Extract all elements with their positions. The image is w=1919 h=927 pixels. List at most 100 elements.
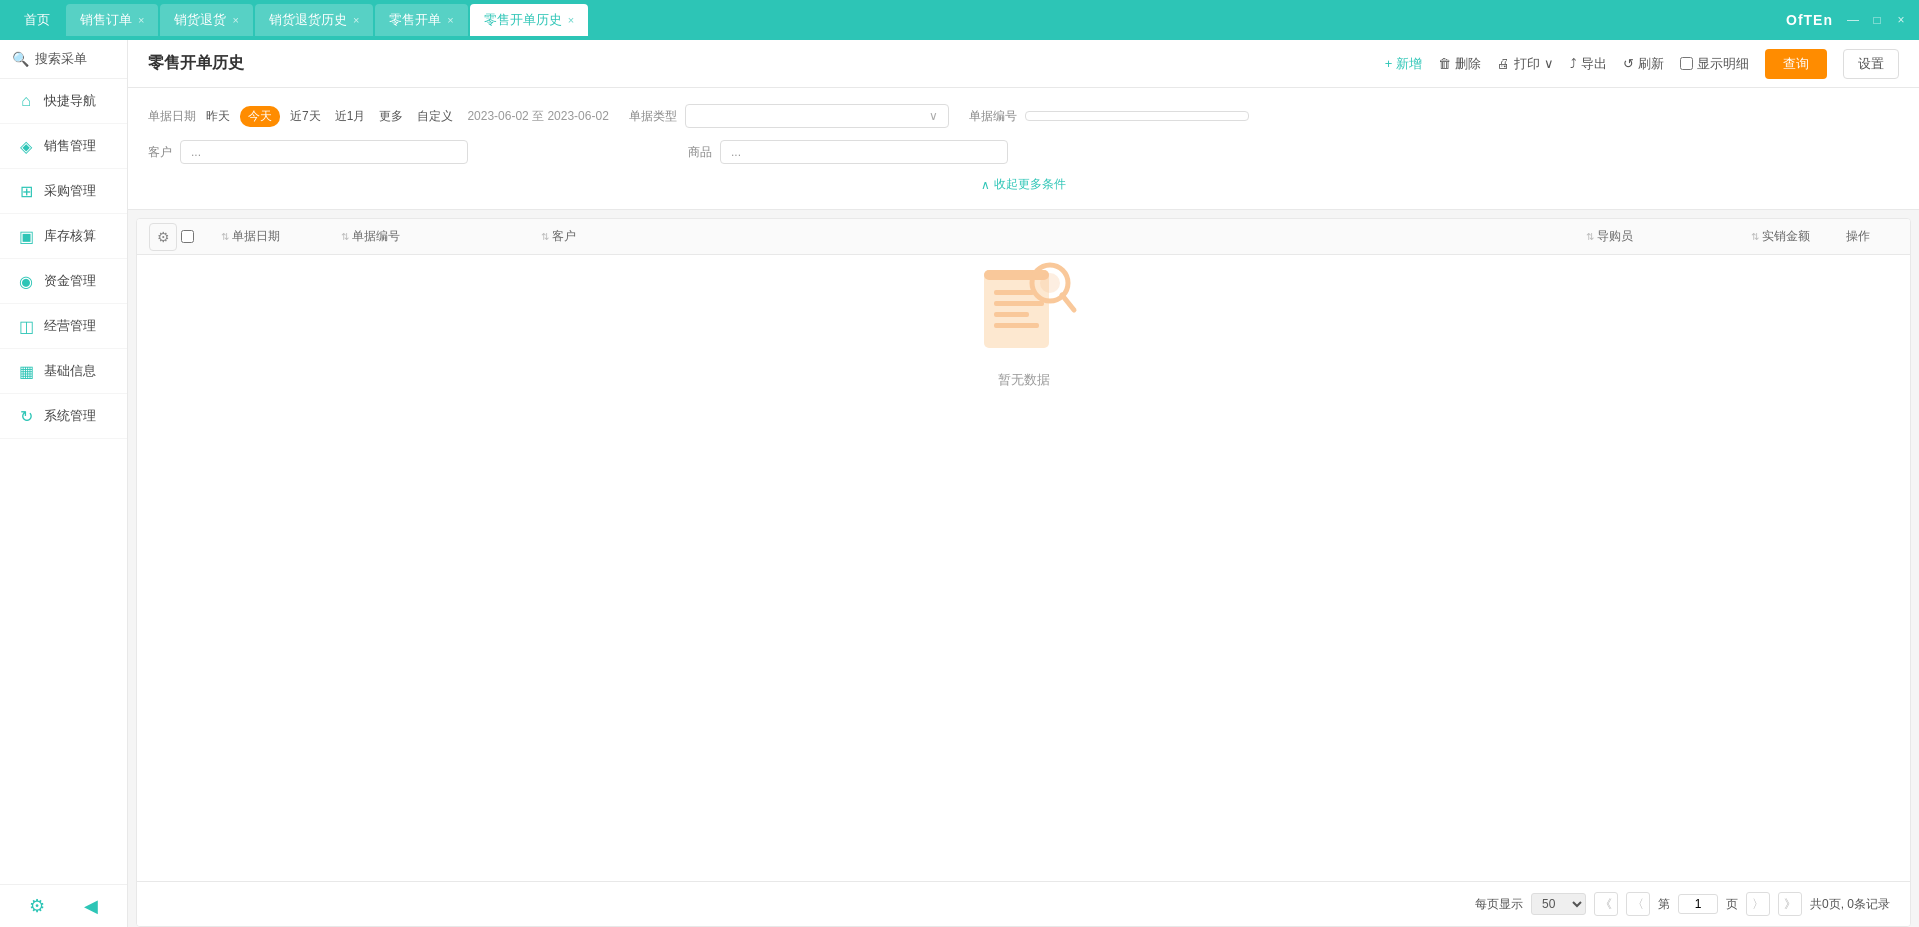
tab-sales-order[interactable]: 销售订单 × (66, 4, 158, 36)
sidebar-search[interactable]: 🔍 搜索采单 (0, 40, 127, 79)
pagination: 每页显示 50 10 20 100 《 〈 第 页 〉 》 共0页, 0条记录 (137, 881, 1910, 926)
customer-input-placeholder: ... (191, 145, 201, 159)
sidebar-item-system-label: 系统管理 (44, 407, 96, 425)
sidebar-item-finance[interactable]: ◉ 资金管理 (0, 259, 127, 304)
settings-button[interactable]: 设置 (1843, 49, 1899, 79)
show-detail-checkbox[interactable] (1680, 57, 1693, 70)
number-input[interactable] (1025, 111, 1249, 121)
goods-filter-section: 商品 ... (688, 140, 1008, 164)
customer-input[interactable]: ... (180, 140, 468, 164)
date-btn-today[interactable]: 今天 (240, 106, 280, 127)
guide-col-header[interactable]: ⇅ 导购员 (1578, 228, 1698, 245)
number-col-header[interactable]: ⇅ 单据编号 (333, 228, 533, 245)
tab-bar: 首页 销售订单 × 销货退货 × 销货退货历史 × 零售开单 × 零售开单历史 … (10, 4, 1786, 36)
date-btn-yesterday[interactable]: 昨天 (202, 106, 234, 127)
page-size-select[interactable]: 50 10 20 100 (1531, 893, 1586, 915)
finance-icon: ◉ (16, 271, 36, 291)
sidebar-item-inventory-label: 库存核算 (44, 227, 96, 245)
page-unit-label: 页 (1726, 896, 1738, 913)
sidebar-item-operations-label: 经营管理 (44, 317, 96, 335)
customer-filter-label: 客户 (148, 144, 172, 161)
tab-retail-open[interactable]: 零售开单 × (375, 4, 467, 36)
sidebar-item-system[interactable]: ↻ 系统管理 (0, 394, 127, 439)
type-select-arrow: ∨ (929, 109, 938, 123)
collapse-sidebar-icon[interactable]: ◀ (84, 895, 98, 917)
collapse-arrow-icon: ∧ (981, 178, 990, 192)
tab-sales-return-history[interactable]: 销货退货历史 × (255, 4, 373, 36)
date-range-text: 2023-06-02 至 2023-06-02 (467, 108, 608, 125)
export-button[interactable]: ⤴ 导出 (1570, 55, 1607, 73)
delete-button[interactable]: 🗑 删除 (1438, 55, 1481, 73)
page-summary: 共0页, 0条记录 (1810, 896, 1890, 913)
system-icon: ↻ (16, 406, 36, 426)
date-col-label: 单据日期 (232, 228, 280, 245)
brand-label: OfTEn (1786, 12, 1833, 28)
tab-sales-order-close[interactable]: × (138, 14, 144, 26)
customer-col-label: 客户 (552, 228, 576, 245)
settings-col[interactable]: ⚙ (149, 223, 181, 251)
select-all-checkbox[interactable] (181, 230, 194, 243)
empty-illustration (964, 255, 1084, 355)
window-min-button[interactable]: — (1845, 12, 1861, 28)
collapse-filter-button[interactable]: ∧ 收起更多条件 (148, 176, 1899, 193)
svg-rect-5 (994, 323, 1039, 328)
goods-input[interactable]: ... (720, 140, 1008, 164)
goods-filter-label: 商品 (688, 144, 712, 161)
settings-gear-icon[interactable]: ⚙ (29, 895, 45, 917)
date-btn-custom[interactable]: 自定义 (413, 106, 457, 127)
print-label: 打印 (1514, 55, 1540, 73)
window-close-button[interactable]: × (1893, 12, 1909, 28)
content-area: 零售开单历史 + 新增 🗑 删除 🖨 打印 ∨ ⤴ 导出 ↺ (128, 40, 1919, 927)
page-header: 零售开单历史 + 新增 🗑 删除 🖨 打印 ∨ ⤴ 导出 ↺ (128, 40, 1919, 88)
print-arrow-icon[interactable]: ∨ (1544, 56, 1554, 71)
svg-line-8 (1062, 295, 1074, 310)
show-detail-checkbox-label[interactable]: 显示明细 (1680, 55, 1749, 73)
sidebar-item-sales-mgmt[interactable]: ◈ 销售管理 (0, 124, 127, 169)
page-next-button[interactable]: 〉 (1746, 892, 1770, 916)
page-prev-button[interactable]: 〈 (1626, 892, 1650, 916)
query-button[interactable]: 查询 (1765, 49, 1827, 79)
date-btn-last7[interactable]: 近7天 (286, 106, 325, 127)
tab-sales-return-history-close[interactable]: × (353, 14, 359, 26)
tab-home-label: 首页 (24, 11, 50, 29)
page-last-button[interactable]: 》 (1778, 892, 1802, 916)
customer-filter-section: 客户 ... (148, 140, 468, 164)
date-btn-more[interactable]: 更多 (375, 106, 407, 127)
page-label-di: 第 (1658, 896, 1670, 913)
window-max-button[interactable]: □ (1869, 12, 1885, 28)
add-button[interactable]: + 新增 (1385, 55, 1422, 73)
tab-sales-return[interactable]: 销货退货 × (160, 4, 252, 36)
tab-retail-open-close[interactable]: × (447, 14, 453, 26)
type-select[interactable]: ∨ (685, 104, 949, 128)
date-buttons: 昨天 今天 近7天 近1月 更多 (202, 106, 457, 127)
refresh-button[interactable]: ↺ 刷新 (1623, 55, 1664, 73)
page-first-button[interactable]: 《 (1594, 892, 1618, 916)
svg-rect-0 (984, 270, 1049, 348)
date-btn-last1m[interactable]: 近1月 (331, 106, 370, 127)
sidebar-item-basic-info[interactable]: ▦ 基础信息 (0, 349, 127, 394)
type-filter-label: 单据类型 (629, 108, 677, 125)
sidebar-item-quick-nav[interactable]: ⌂ 快捷导航 (0, 79, 127, 124)
custom-label: 自定义 (417, 109, 453, 123)
checkbox-col[interactable] (181, 230, 213, 243)
print-button[interactable]: 🖨 打印 ∨ (1497, 55, 1554, 73)
window-controls: — □ × (1845, 12, 1909, 28)
customer-col-header[interactable]: ⇅ 客户 (533, 228, 1578, 245)
tab-home[interactable]: 首页 (10, 4, 64, 36)
filter-row-1: 单据日期 昨天 今天 近7天 近1月 (148, 104, 1899, 128)
table-settings-icon[interactable]: ⚙ (149, 223, 177, 251)
sidebar-item-operations[interactable]: ◫ 经营管理 (0, 304, 127, 349)
sidebar-item-finance-label: 资金管理 (44, 272, 96, 290)
tab-retail-open-history[interactable]: 零售开单历史 × (470, 4, 588, 36)
tab-sales-return-close[interactable]: × (232, 14, 238, 26)
empty-svg (964, 255, 1084, 355)
date-col-header[interactable]: ⇅ 单据日期 (213, 228, 333, 245)
sidebar-item-purchase-mgmt[interactable]: ⊞ 采购管理 (0, 169, 127, 214)
sidebar-item-inventory[interactable]: ▣ 库存核算 (0, 214, 127, 259)
amount-col-header[interactable]: ⇅ 实销金额 (1698, 228, 1818, 245)
page-number-input[interactable] (1678, 894, 1718, 914)
tab-sales-return-label: 销货退货 (174, 11, 226, 29)
ops-col-header: 操作 (1818, 228, 1898, 245)
sidebar-bottom: ⚙ ◀ (0, 884, 127, 927)
tab-retail-open-history-close[interactable]: × (568, 14, 574, 26)
